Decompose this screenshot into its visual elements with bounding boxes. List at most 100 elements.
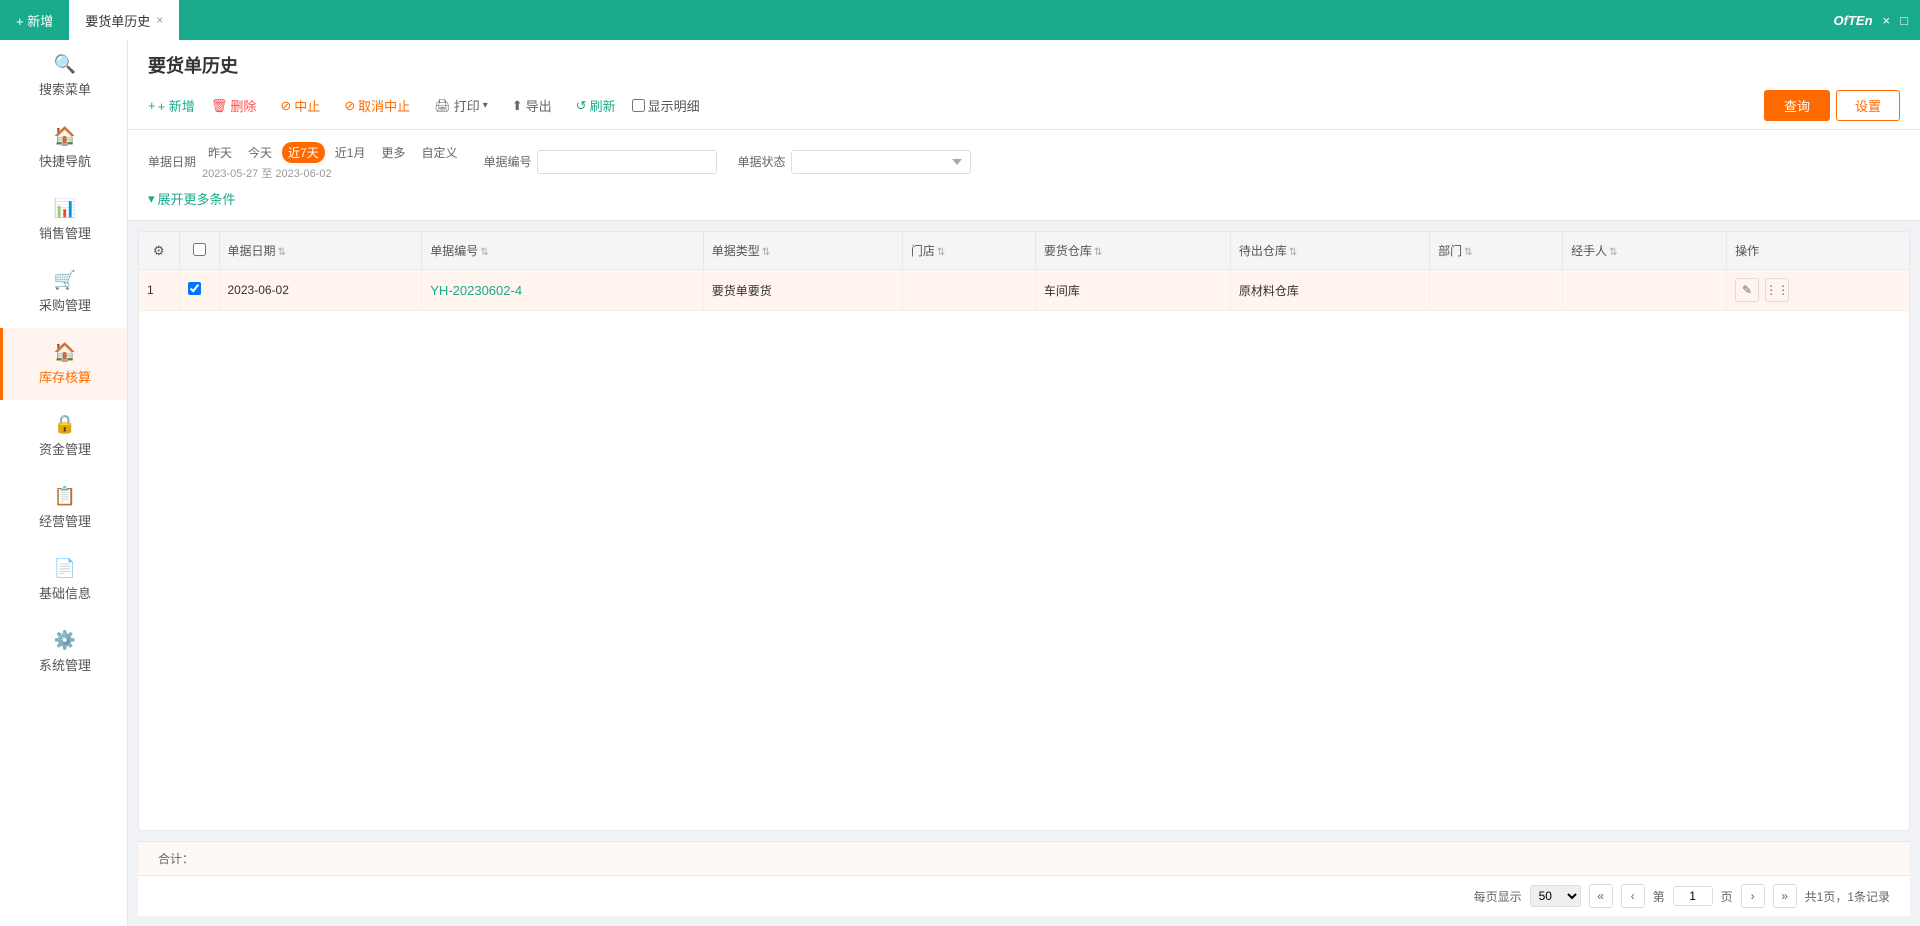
stop-button[interactable]: ⊘ 中止	[272, 92, 328, 119]
row-more-icon[interactable]: ⋮⋮	[1765, 278, 1789, 302]
shortcut-yesterday[interactable]: 昨天	[202, 142, 238, 163]
sidebar-item-finance[interactable]: 🔒 资金管理	[0, 400, 127, 472]
main-layout: 🔍 搜索菜单 🏠 快捷导航 📊 销售管理 🛒 采购管理 🏠 库存核算 🔒 资金管…	[0, 40, 1920, 926]
row-action-icons: ✎ ⋮⋮	[1735, 278, 1901, 302]
sort-dept-icon[interactable]: ⇅	[1464, 247, 1472, 258]
clipboard-icon: 📋	[54, 486, 76, 507]
sidebar-item-operation-label: 经营管理	[39, 511, 91, 530]
print-button-label: 打印	[454, 96, 480, 115]
expand-more-btn[interactable]: ▾ 展开更多条件	[148, 189, 1900, 208]
display-detail-checkbox[interactable]: 显示明细	[632, 96, 700, 115]
refresh-icon: ↺	[576, 98, 587, 114]
sort-doc-no-icon[interactable]: ⇅	[480, 247, 488, 258]
home-icon: 🏠	[54, 126, 76, 147]
sidebar-item-purchase[interactable]: 🛒 采购管理	[0, 256, 127, 328]
status-select[interactable]	[791, 150, 971, 174]
export-button[interactable]: ⬆ 导出	[504, 92, 560, 119]
page-size-select[interactable]: 20 50 100 200	[1530, 885, 1581, 907]
main-table: ⚙ 单据日期⇅ 单据编号⇅ 单据类型⇅	[139, 232, 1909, 311]
prev-page-btn[interactable]: ‹	[1621, 884, 1645, 908]
th-handler: 经手人⇅	[1563, 232, 1727, 270]
cancel-stop-icon: ⊘	[344, 98, 355, 114]
refresh-button[interactable]: ↺ 刷新	[568, 92, 624, 119]
stop-button-label: 中止	[294, 96, 320, 115]
export-button-label: 导出	[526, 96, 552, 115]
settings-button[interactable]: 设置	[1836, 90, 1900, 121]
delete-button-label: 删除	[230, 96, 256, 115]
shortcut-custom[interactable]: 自定义	[415, 142, 463, 163]
sort-pending-warehouse-icon[interactable]: ⇅	[1289, 247, 1297, 258]
print-button[interactable]: 🖨 打印 ▾	[426, 92, 496, 119]
shortcut-more[interactable]: 更多	[375, 142, 411, 163]
tab-home-label: + 新增	[16, 11, 53, 30]
th-actions: 操作	[1727, 232, 1909, 270]
page-size-label: 每页显示	[1474, 888, 1522, 905]
sidebar: 🔍 搜索菜单 🏠 快捷导航 📊 销售管理 🛒 采购管理 🏠 库存核算 🔒 资金管…	[0, 40, 128, 926]
close-window-icon[interactable]: ×	[1883, 13, 1891, 28]
page-label: 第	[1653, 888, 1665, 905]
filter-row: 单据日期 昨天 今天 近7天 近1月 更多 自定义 2023-05-27 至 2…	[148, 142, 1900, 181]
sidebar-item-inventory[interactable]: 🏠 库存核算	[0, 328, 127, 400]
page-number-input[interactable]	[1673, 886, 1713, 906]
new-button-label: + 新增	[158, 96, 195, 115]
first-page-btn[interactable]: «	[1589, 884, 1613, 908]
query-button[interactable]: 查询	[1764, 90, 1830, 121]
cart-icon: 🛒	[54, 270, 76, 291]
toolbar: + + 新增 🗑 删除 ⊘ 中止 ⊘ 取消中止 🖨 打印	[148, 90, 1900, 129]
shortcut-1month[interactable]: 近1月	[329, 142, 372, 163]
display-detail-input[interactable]	[632, 99, 645, 112]
td-store	[902, 270, 1035, 311]
sort-req-warehouse-icon[interactable]: ⇅	[1094, 247, 1102, 258]
total-info: 共1页，1条记录	[1805, 888, 1890, 905]
td-doc-type: 要货单要货	[703, 270, 902, 311]
sort-store-icon[interactable]: ⇅	[937, 247, 945, 258]
sidebar-item-system[interactable]: ⚙️ 系统管理	[0, 616, 127, 688]
inventory-icon: 🏠	[54, 342, 76, 363]
new-button[interactable]: + + 新增	[148, 96, 195, 115]
shortcut-today[interactable]: 今天	[242, 142, 278, 163]
sidebar-item-sales[interactable]: 📊 销售管理	[0, 184, 127, 256]
settings-icon[interactable]: ⚙	[153, 243, 165, 258]
tab-home[interactable]: + 新增	[0, 0, 69, 40]
chart-icon: 📊	[54, 198, 76, 219]
tab-close-icon[interactable]: ×	[156, 13, 163, 27]
td-checkbox	[179, 270, 219, 311]
display-detail-label: 显示明细	[648, 96, 700, 115]
brand-label: OfTEn	[1834, 13, 1873, 28]
sort-doc-type-icon[interactable]: ⇅	[762, 247, 770, 258]
tab-requisition-history[interactable]: 要货单历史 ×	[69, 0, 179, 40]
td-index: 1	[139, 270, 179, 311]
row-edit-icon[interactable]: ✎	[1735, 278, 1759, 302]
doc-no-link[interactable]: YH-20230602-4	[430, 283, 522, 298]
next-page-btn[interactable]: ›	[1741, 884, 1765, 908]
table-row: 1 2023-06-02 YH-20230602-4 要货单要货 车间库 原材料…	[139, 270, 1909, 311]
sort-doc-date-icon[interactable]: ⇅	[278, 247, 286, 258]
sidebar-item-basic[interactable]: 📄 基础信息	[0, 544, 127, 616]
expand-down-icon: ▾	[148, 191, 155, 207]
page-of-label: 页	[1721, 888, 1733, 905]
last-page-btn[interactable]: »	[1773, 884, 1797, 908]
sort-handler-icon[interactable]: ⇅	[1609, 247, 1617, 258]
date-filter-label: 单据日期	[148, 153, 196, 170]
shortcut-7days[interactable]: 近7天	[282, 142, 325, 163]
row-checkbox[interactable]	[188, 282, 201, 295]
print-icon: 🖨	[434, 98, 451, 114]
export-icon: ⬆	[512, 98, 523, 114]
td-actions: ✎ ⋮⋮	[1727, 270, 1909, 311]
delete-button[interactable]: 🗑 删除	[203, 92, 265, 119]
select-all-checkbox[interactable]	[193, 243, 206, 256]
sidebar-item-operation[interactable]: 📋 经营管理	[0, 472, 127, 544]
sidebar-item-sales-label: 销售管理	[39, 223, 91, 242]
doc-no-input[interactable]	[537, 150, 717, 174]
top-bar-right: OfTEn × □	[1834, 13, 1920, 28]
sidebar-item-quick-nav[interactable]: 🏠 快捷导航	[0, 112, 127, 184]
gear-icon: ⚙️	[54, 630, 76, 651]
sidebar-item-search[interactable]: 🔍 搜索菜单	[0, 40, 127, 112]
sidebar-item-purchase-label: 采购管理	[39, 295, 91, 314]
footer-total-label: 合计：	[158, 850, 194, 867]
toolbar-right: 查询 设置	[1764, 90, 1900, 121]
maximize-icon[interactable]: □	[1900, 13, 1908, 28]
td-dept	[1430, 270, 1563, 311]
cancel-stop-button[interactable]: ⊘ 取消中止	[336, 92, 418, 119]
th-dept: 部门⇅	[1430, 232, 1563, 270]
